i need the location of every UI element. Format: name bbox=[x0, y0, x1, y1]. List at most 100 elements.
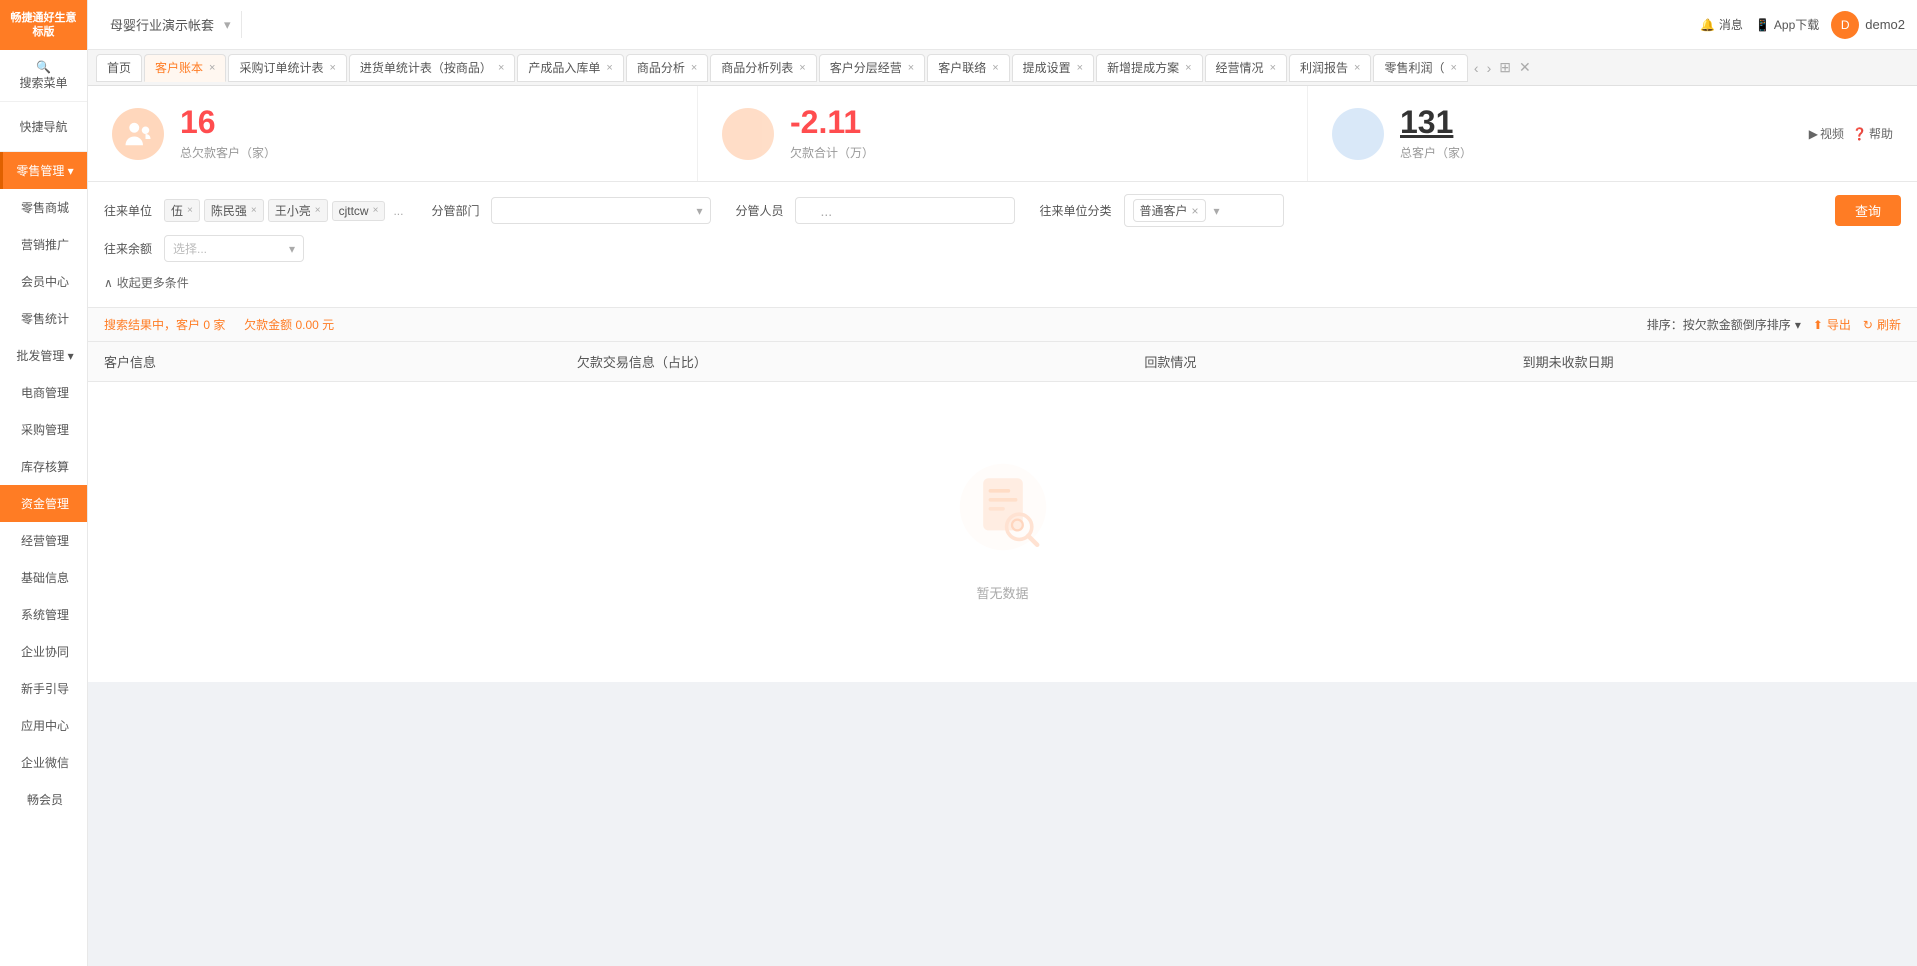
tag-close-cjttcw[interactable]: × bbox=[373, 205, 379, 216]
tab-purchase-stats[interactable]: 进货单统计表（按商品） × bbox=[349, 54, 515, 82]
quick-nav-label[interactable]: 快捷导航 bbox=[0, 110, 87, 143]
dept-filter-select[interactable]: ▾ bbox=[491, 197, 711, 224]
module-selector[interactable]: 母婴行业演示帐套 ▾ bbox=[100, 11, 242, 38]
stat-customers-label: 总欠款客户（家） bbox=[180, 144, 276, 161]
balance-filter-select[interactable]: 选择... ▾ bbox=[164, 235, 304, 262]
tab-customer-segment[interactable]: 客户分层经营 × bbox=[819, 54, 925, 82]
topbar-left: 母婴行业演示帐套 ▾ bbox=[100, 11, 1692, 38]
filter-area: 往来单位 伍 × 陈民强 × 王小亮 × bbox=[88, 182, 1917, 308]
dept-filter-label: 分管部门 bbox=[431, 202, 479, 219]
unit-type-tag: 普通客户 × bbox=[1133, 199, 1206, 222]
tab-close-profit-report[interactable]: × bbox=[1354, 62, 1360, 74]
tab-close-cost-entry[interactable]: × bbox=[606, 62, 612, 74]
filter-more-tags[interactable]: ... bbox=[389, 202, 407, 220]
tag-close-chen[interactable]: × bbox=[251, 205, 257, 216]
query-button[interactable]: 查询 bbox=[1835, 195, 1901, 226]
tabs-close-all-button[interactable]: ✕ bbox=[1515, 57, 1535, 78]
stat-total-customers: 131 总客户（家） ▶ 视频 ❓ 帮助 bbox=[1308, 86, 1917, 181]
sidebar-item-app-center[interactable]: 应用中心 bbox=[0, 707, 87, 744]
video-button[interactable]: ▶ 视频 bbox=[1809, 125, 1844, 142]
dept-dropdown-icon: ▾ bbox=[696, 204, 702, 218]
unit-type-filter-select[interactable]: 普通客户 × ▾ bbox=[1124, 194, 1284, 227]
tab-retail-profit[interactable]: 零售利润（ × bbox=[1373, 54, 1467, 82]
notification-button[interactable]: 🔔 消息 bbox=[1700, 16, 1743, 33]
sidebar-item-retail-mgmt[interactable]: 零售管理 ▾ bbox=[0, 152, 87, 189]
sidebar-item-enterprise[interactable]: 企业协同 bbox=[0, 633, 87, 670]
tab-close-customer-cost[interactable]: × bbox=[209, 62, 215, 74]
tab-product-analysis[interactable]: 商品分析 × bbox=[626, 54, 708, 82]
tab-promo-setting[interactable]: 提成设置 × bbox=[1012, 54, 1094, 82]
export-button[interactable]: ⬆ 导出 bbox=[1813, 316, 1851, 333]
sidebar-logo: 畅捷通好生意 标版 bbox=[0, 0, 87, 50]
person-filter-dots[interactable]: ... bbox=[817, 203, 837, 219]
tag-close-wu[interactable]: × bbox=[187, 205, 193, 216]
tab-close-customer-segment[interactable]: × bbox=[908, 62, 914, 74]
tab-biz-status[interactable]: 经营情况 × bbox=[1205, 54, 1287, 82]
help-button[interactable]: ❓ 帮助 bbox=[1852, 125, 1893, 142]
sidebar-item-ecommerce[interactable]: 电商管理 bbox=[0, 374, 87, 411]
unit-type-tag-close[interactable]: × bbox=[1192, 204, 1199, 218]
sidebar-item-retail-mall[interactable]: 零售商城 bbox=[0, 189, 87, 226]
app-download-button[interactable]: 📱 App下载 bbox=[1755, 16, 1819, 33]
tab-close-purchase-order[interactable]: × bbox=[329, 62, 335, 74]
sidebar-item-inventory[interactable]: 库存核算 bbox=[0, 448, 87, 485]
tab-customer-cost[interactable]: 客户账本 × bbox=[144, 54, 226, 82]
tab-purchase-order[interactable]: 采购订单统计表 × bbox=[228, 54, 346, 82]
person-filter-select[interactable]: ... bbox=[795, 197, 1015, 224]
tabs-expand-button[interactable]: ⊞ bbox=[1495, 57, 1515, 78]
col-repay: 回款情况 bbox=[1144, 352, 1522, 371]
sidebar-search[interactable]: 🔍 搜索菜单 bbox=[0, 50, 87, 102]
tabs-next-button[interactable]: › bbox=[1483, 58, 1496, 78]
stat-customers: 16 总欠款客户（家） bbox=[88, 86, 698, 181]
sidebar-item-newbie[interactable]: 新手引导 bbox=[0, 670, 87, 707]
tab-home[interactable]: 首页 bbox=[96, 54, 142, 82]
sidebar-item-retail-stats[interactable]: 零售统计 bbox=[0, 300, 87, 337]
sidebar-menu: 零售管理 ▾ 零售商城 营销推广 会员中心 零售统计 批发管理 ▾ 电商管理 采… bbox=[0, 152, 87, 966]
sidebar-item-batch-mgmt[interactable]: 批发管理 ▾ bbox=[0, 337, 87, 374]
stats-bar: 16 总欠款客户（家） -2.11 欠款合计（万） bbox=[88, 86, 1917, 182]
collapse-button[interactable]: ∧ 收起更多条件 bbox=[104, 274, 1901, 291]
tab-close-biz-status[interactable]: × bbox=[1270, 62, 1276, 74]
sidebar-item-basic-info[interactable]: 基础信息 bbox=[0, 559, 87, 596]
sidebar-item-vip[interactable]: 畅会员 bbox=[0, 781, 87, 818]
tab-new-promo[interactable]: 新增提成方案 × bbox=[1096, 54, 1202, 82]
sidebar-item-marketing[interactable]: 营销推广 bbox=[0, 226, 87, 263]
stat-debt-text: -2.11 欠款合计（万） bbox=[790, 106, 874, 161]
tab-profit-report[interactable]: 利润报告 × bbox=[1289, 54, 1371, 82]
sidebar: 畅捷通好生意 标版 🔍 搜索菜单 快捷导航 零售管理 ▾ 零售商城 营销推广 会… bbox=[0, 0, 88, 966]
sidebar-item-operations[interactable]: 经营管理 bbox=[0, 522, 87, 559]
stat-debt-label: 欠款合计（万） bbox=[790, 144, 874, 161]
filter-tag-cjttcw: cjttcw × bbox=[332, 201, 386, 221]
tab-close-product-analysis[interactable]: × bbox=[691, 62, 697, 74]
tag-close-wang[interactable]: × bbox=[315, 205, 321, 216]
sidebar-quick-nav[interactable]: 快捷导航 bbox=[0, 102, 87, 152]
tab-product-analysis-list[interactable]: 商品分析列表 × bbox=[710, 54, 816, 82]
tabs-prev-button[interactable]: ‹ bbox=[1470, 58, 1483, 78]
sidebar-item-members[interactable]: 会员中心 bbox=[0, 263, 87, 300]
tab-cost-entry[interactable]: 产成品入库单 × bbox=[517, 54, 623, 82]
person-filter-label: 分管人员 bbox=[735, 202, 783, 219]
col-date: 到期未收款日期 bbox=[1523, 352, 1901, 371]
tab-customer-connect[interactable]: 客户联络 × bbox=[927, 54, 1009, 82]
chevron-down-icon: ▾ bbox=[224, 17, 231, 33]
user-profile[interactable]: D demo2 bbox=[1831, 11, 1905, 39]
tab-close-promo-setting[interactable]: × bbox=[1077, 62, 1083, 74]
topbar: 母婴行业演示帐套 ▾ 🔔 消息 📱 App下载 D demo2 bbox=[88, 0, 1917, 50]
sidebar-item-purchase[interactable]: 采购管理 bbox=[0, 411, 87, 448]
tab-close-retail-profit[interactable]: × bbox=[1450, 62, 1456, 74]
filter-tag-wu: 伍 × bbox=[164, 199, 200, 222]
sidebar-item-finance[interactable]: 资金管理 bbox=[0, 485, 87, 522]
tab-close-new-promo[interactable]: × bbox=[1185, 62, 1191, 74]
debt-icon bbox=[722, 108, 774, 160]
refresh-button[interactable]: ↻ 刷新 bbox=[1863, 316, 1901, 333]
tab-close-customer-connect[interactable]: × bbox=[992, 62, 998, 74]
sidebar-item-corp-wechat[interactable]: 企业微信 bbox=[0, 744, 87, 781]
tab-close-product-analysis-list[interactable]: × bbox=[799, 62, 805, 74]
tab-close-purchase-stats[interactable]: × bbox=[498, 62, 504, 74]
stat-actions: ▶ 视频 ❓ 帮助 bbox=[1809, 125, 1893, 142]
bell-icon: 🔔 bbox=[1700, 18, 1715, 32]
stat-customers-text: 16 总欠款客户（家） bbox=[180, 106, 276, 161]
sort-button[interactable]: 排序：按欠款金额倒序排序 ▾ bbox=[1647, 316, 1801, 333]
sidebar-item-system[interactable]: 系统管理 bbox=[0, 596, 87, 633]
col-customer: 客户信息 bbox=[104, 352, 577, 371]
